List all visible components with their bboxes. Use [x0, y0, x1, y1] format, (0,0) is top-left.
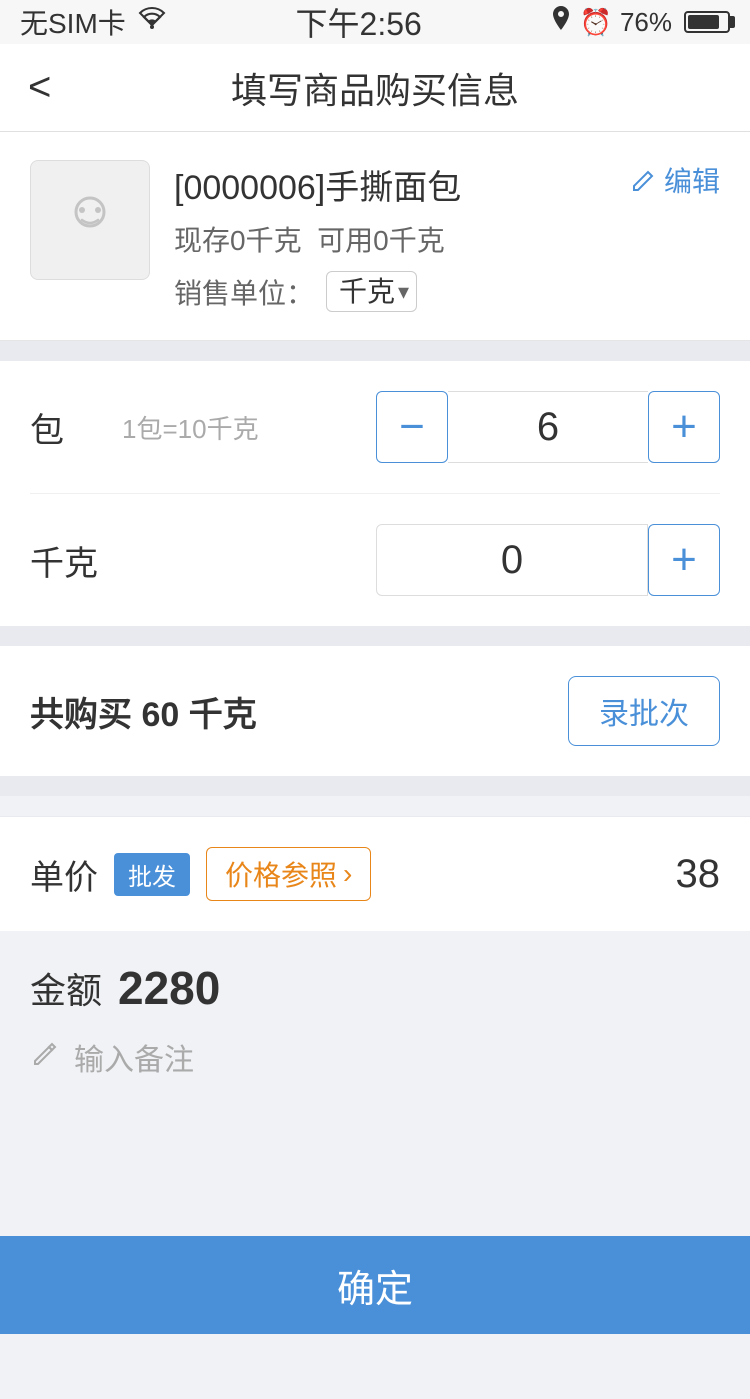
page-title: 填写商品购买信息 [231, 62, 519, 114]
status-bar: 无SIM卡 下午2:56 ⏰ 76% [0, 0, 750, 44]
status-right: ⏰ 76% [550, 6, 730, 39]
location-icon [550, 6, 572, 39]
amount-section: 金额 2280 输入备注 [0, 931, 750, 1099]
kg-quantity-input[interactable] [376, 524, 648, 596]
amount-row: 金额 2280 [30, 961, 720, 1015]
quantity-section: 包 1包=10千克 − + 千克 + [0, 361, 750, 626]
confirm-button[interactable]: 确定 [0, 1236, 750, 1334]
remark-label: 输入备注 [74, 1035, 194, 1079]
bao-quantity-input[interactable] [448, 391, 648, 463]
bao-controls: − + [376, 391, 720, 463]
carrier-text: 无SIM卡 [20, 2, 126, 42]
status-time: 下午2:56 [296, 0, 422, 45]
bao-row: 包 1包=10千克 − + [30, 361, 720, 494]
wifi-icon [136, 6, 168, 38]
product-info: [0000006]手撕面包 编辑 现存0千克 可用0千克 销售单位： 千克 [174, 160, 720, 312]
kg-controls: + [376, 524, 720, 596]
battery-icon [684, 11, 730, 33]
bao-minus-button[interactable]: − [376, 391, 448, 463]
remark-row[interactable]: 输入备注 [30, 1035, 720, 1079]
batch-button[interactable]: 录批次 [568, 676, 720, 746]
back-button[interactable]: < [28, 65, 51, 110]
kg-label: 千克 [30, 536, 110, 585]
summary-section: 共购买 60 千克 录批次 [0, 646, 750, 776]
bao-plus-button[interactable]: + [648, 391, 720, 463]
bao-label: 包 [30, 403, 110, 452]
unit-select[interactable]: 千克 [326, 271, 417, 312]
nav-bar: < 填写商品购买信息 [0, 44, 750, 132]
bao-hint: 1包=10千克 [122, 409, 376, 446]
kg-row: 千克 + [30, 494, 720, 626]
status-left: 无SIM卡 [20, 2, 168, 42]
price-section: 单价 批发 价格参照 › 38 [0, 816, 750, 931]
price-label: 单价 [30, 850, 98, 899]
product-image [30, 160, 150, 280]
price-type-tag: 批发 [114, 853, 190, 896]
product-unit-row: 销售单位： 千克 [174, 271, 720, 312]
unit-select-wrap[interactable]: 千克 [326, 271, 417, 312]
section-divider-1 [0, 341, 750, 361]
price-row: 单价 批发 价格参照 › 38 [30, 847, 720, 901]
amount-label: 金额 [30, 962, 102, 1014]
section-divider-3 [0, 776, 750, 796]
battery-text: 76% [620, 7, 672, 38]
alarm-icon: ⏰ [580, 7, 612, 38]
amount-value: 2280 [118, 961, 220, 1015]
price-ref-button[interactable]: 价格参照 › [206, 847, 371, 901]
product-name: [0000006]手撕面包 [174, 160, 461, 209]
edit-button[interactable]: 编辑 [630, 160, 720, 200]
kg-plus-button[interactable]: + [648, 524, 720, 596]
product-card: [0000006]手撕面包 编辑 现存0千克 可用0千克 销售单位： 千克 [0, 132, 750, 341]
summary-text: 共购买 60 千克 [30, 687, 257, 736]
section-divider-2 [0, 626, 750, 646]
product-stock: 现存0千克 可用0千克 [174, 219, 720, 259]
price-value: 38 [676, 852, 721, 897]
pencil-icon [30, 1037, 62, 1077]
summary-row: 共购买 60 千克 录批次 [30, 646, 720, 776]
